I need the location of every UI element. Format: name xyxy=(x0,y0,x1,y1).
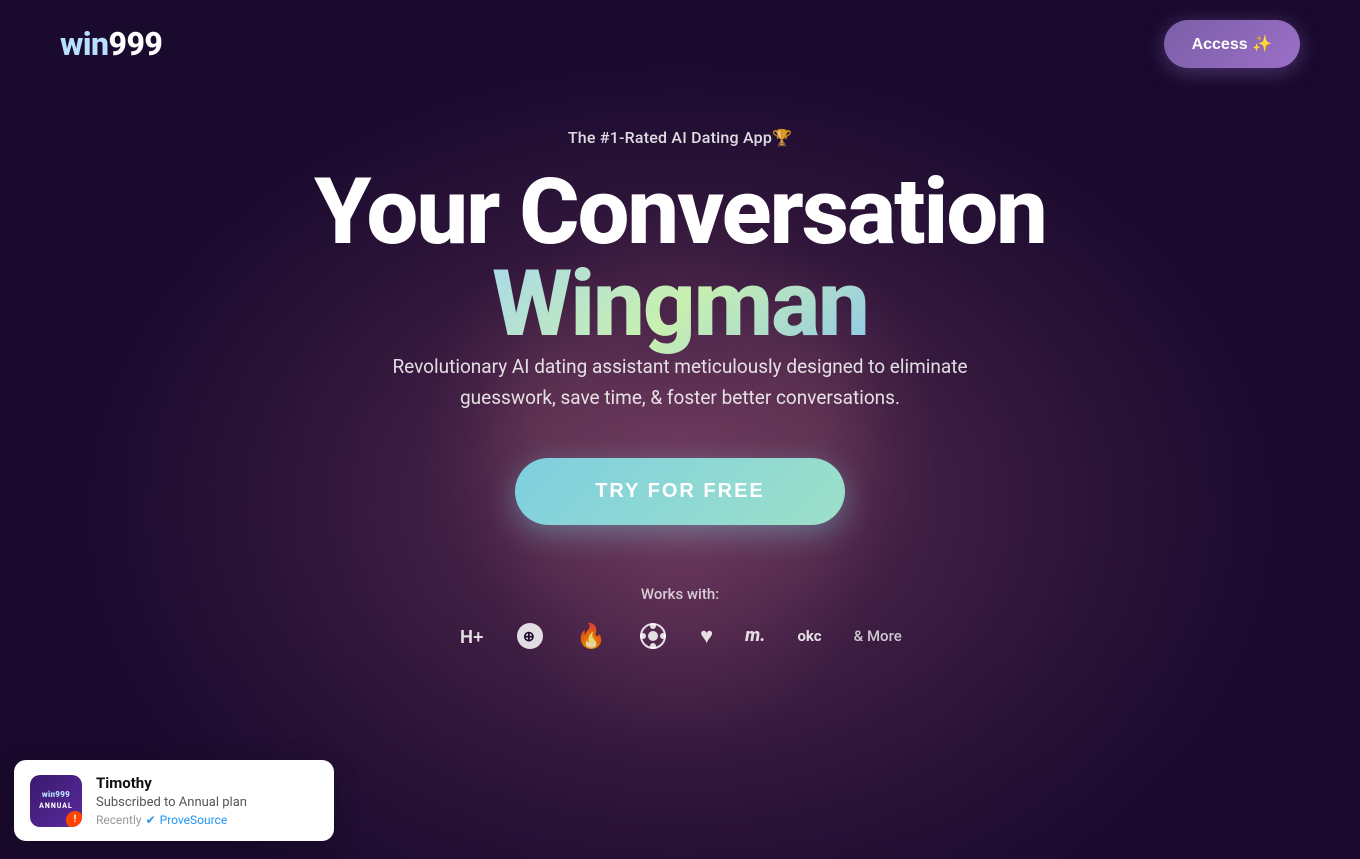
toast-message: Subscribed to Annual plan xyxy=(96,795,318,810)
okcupid-icon: okc xyxy=(797,627,821,645)
navbar: win999 Access ✨ xyxy=(0,0,1360,88)
hero-title-line2: Wingman xyxy=(492,259,868,351)
match-icon: m. xyxy=(745,625,765,646)
works-with-section: Works with: H+ ⊕ 🔥 xyxy=(0,585,1360,651)
toast-time: Recently ✔ ProveSource xyxy=(96,813,318,827)
hero-title-line1: Your Conversation xyxy=(314,167,1046,259)
tinder-icon: 🔥 xyxy=(576,622,606,650)
svg-text:⊕: ⊕ xyxy=(523,628,535,644)
bumble-icon: ⊕ xyxy=(516,622,544,650)
access-button-label: Access ✨ xyxy=(1192,34,1272,54)
toast-content: Timothy Subscribed to Annual plan Recent… xyxy=(96,774,318,827)
provesource-check: ✔ xyxy=(146,813,156,827)
and-more-label: & More xyxy=(854,627,902,645)
access-button[interactable]: Access ✨ xyxy=(1164,20,1300,68)
hero-description: Revolutionary AI dating assistant meticu… xyxy=(390,351,970,414)
coffee-meets-bagel-icon xyxy=(638,621,668,651)
works-with-icons: H+ ⊕ 🔥 ♥ m. xyxy=(458,621,902,651)
hinge-icon: H+ xyxy=(458,623,484,649)
hily-icon: ♥ xyxy=(700,623,713,649)
svg-text:H+: H+ xyxy=(460,627,484,647)
toast-notification: win999 ANNUAL ! Timothy Subscribed to An… xyxy=(14,760,334,841)
toast-user-name: Timothy xyxy=(96,774,318,792)
hero-section: The #1-Rated AI Dating App🏆 Your Convers… xyxy=(0,88,1360,575)
try-free-button[interactable]: TRY FOR FREE xyxy=(515,458,845,525)
hero-tagline: The #1-Rated AI Dating App🏆 xyxy=(568,128,792,147)
toast-avatar-text: win999 ANNUAL xyxy=(39,790,73,811)
works-with-label: Works with: xyxy=(641,585,719,603)
toast-alert-badge: ! xyxy=(66,811,82,827)
logo: win999 xyxy=(60,25,162,63)
toast-avatar: win999 ANNUAL ! xyxy=(30,775,82,827)
